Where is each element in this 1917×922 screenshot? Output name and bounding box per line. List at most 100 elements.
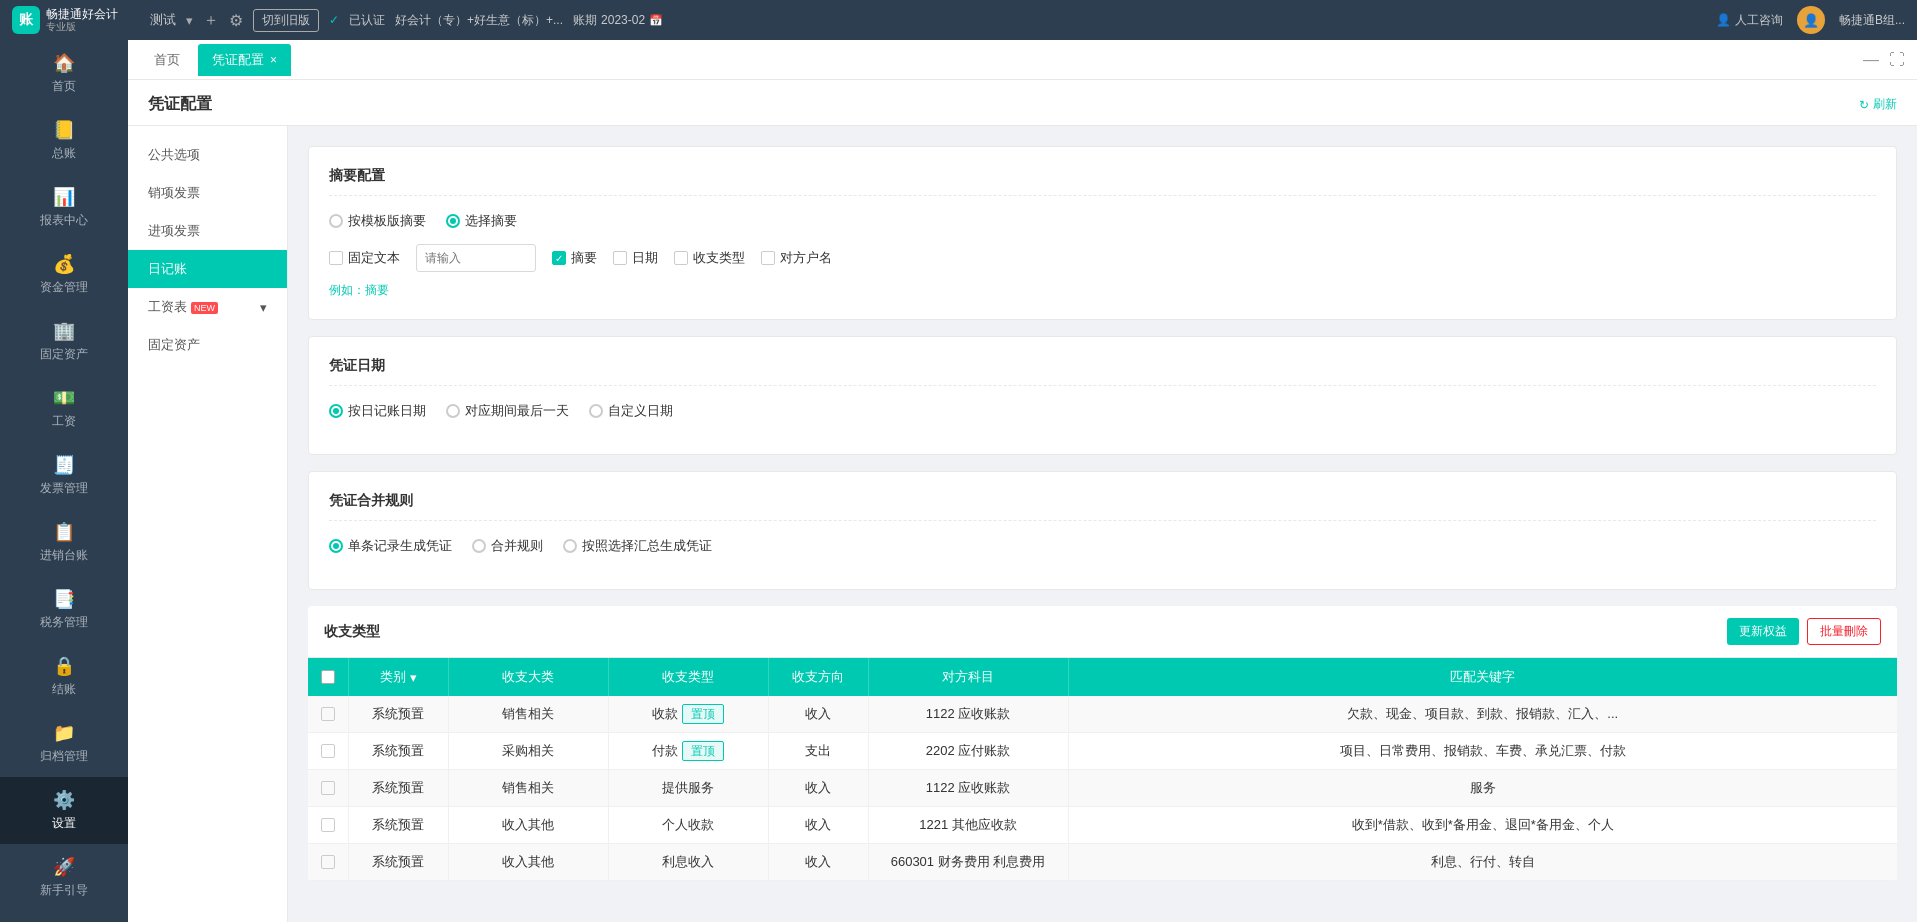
- calendar-icon[interactable]: 📅: [649, 14, 663, 27]
- add-icon[interactable]: ＋: [203, 10, 219, 31]
- sidebar-item-funds[interactable]: 💰 资金管理: [0, 241, 128, 308]
- row-sub-type: 利息收入: [608, 844, 768, 881]
- radio-total: [563, 539, 577, 553]
- purchase-icon: 📋: [53, 521, 75, 543]
- income-expense-section: 收支类型 更新权益 批量刪除: [308, 606, 1897, 881]
- radio-template: [329, 214, 343, 228]
- nav-fixed-assets[interactable]: 固定资产: [128, 326, 287, 364]
- gear-icon[interactable]: ⚙: [229, 11, 243, 30]
- date-option-custom[interactable]: 自定义日期: [589, 402, 673, 420]
- tab-voucher[interactable]: 凭证配置 ×: [198, 44, 291, 76]
- checkbox-type[interactable]: 收支类型: [674, 249, 745, 267]
- checkbox-fixed-text[interactable]: 固定文本: [329, 249, 400, 267]
- refresh-btn[interactable]: ↻ 刷新: [1859, 96, 1897, 113]
- merge-rules-section: 凭证合并规则 单条记录生成凭证 合并规则 按照选择汇总生成凭证: [308, 471, 1897, 590]
- summary-option-template[interactable]: 按模板版摘要: [329, 212, 426, 230]
- voucher-date-title: 凭证日期: [329, 357, 1876, 386]
- sidebar-item-tax[interactable]: 📑 税务管理: [0, 576, 128, 643]
- ledger-icon: 📒: [53, 119, 75, 141]
- merge-rules-title: 凭证合并规则: [329, 492, 1876, 521]
- sidebar-item-purchase[interactable]: 📋 进销台账: [0, 509, 128, 576]
- nav-public[interactable]: 公共选项: [128, 136, 287, 174]
- update-btn[interactable]: 更新权益: [1727, 618, 1799, 645]
- tax-icon: 📑: [53, 588, 75, 610]
- row-check[interactable]: [308, 696, 348, 733]
- certified-icon: ✓: [329, 13, 339, 27]
- row-keyword: 利息、行付、转自: [1068, 844, 1897, 881]
- checkbox-date[interactable]: 日期: [613, 249, 658, 267]
- row-direction: 收入: [768, 807, 868, 844]
- table-row: 系统预置 销售相关 提供服务 收入 1122 应收账款 服务: [308, 770, 1897, 807]
- report-icon: 📊: [53, 186, 75, 208]
- sidebar-item-settings[interactable]: ⚙️ 设置: [0, 777, 128, 844]
- table-row: 系统预置 销售相关 收款 置顶 收入 1122 应收账款 欠款、现金、项目款、到…: [308, 696, 1897, 733]
- date-option-journal[interactable]: 按日记账日期: [329, 402, 426, 420]
- sidebar-item-ledger[interactable]: 📒 总账: [0, 107, 128, 174]
- row-big-type: 收入其他: [448, 807, 608, 844]
- th-account: 对方科目: [868, 658, 1068, 696]
- checkbox-counterpart[interactable]: 对方户名: [761, 249, 832, 267]
- service-icon: 👤: [1716, 13, 1731, 27]
- row-check[interactable]: [308, 770, 348, 807]
- merge-option-total[interactable]: 按照选择汇总生成凭证: [563, 537, 712, 555]
- radio-select: [446, 214, 460, 228]
- income-expense-table: 类别 ▾ 收支大类 收支类型 收支方向 对方科目 匹配关键字: [308, 658, 1897, 881]
- sidebar-item-guide[interactable]: 🚀 新手引导: [0, 844, 128, 911]
- tag-top-btn[interactable]: 置顶: [682, 704, 724, 724]
- sidebar-item-archive[interactable]: 📁 归档管理: [0, 710, 128, 777]
- sidebar-item-member[interactable]: 👑 畅会员: [0, 911, 128, 922]
- nav-purchase-invoice[interactable]: 进项发票: [128, 212, 287, 250]
- delete-btn[interactable]: 批量刪除: [1807, 618, 1881, 645]
- row-big-type: 收入其他: [448, 844, 608, 881]
- merge-option-merge[interactable]: 合并规则: [472, 537, 543, 555]
- service-btn[interactable]: 👤 人工咨询: [1716, 12, 1783, 29]
- row-category: 系统预置: [348, 770, 448, 807]
- sidebar-item-salary[interactable]: 💵 工资: [0, 375, 128, 442]
- sidebar-item-invoice[interactable]: 🧾 发票管理: [0, 442, 128, 509]
- summary-option-select[interactable]: 选择摘要: [446, 212, 517, 230]
- row-category: 系统预置: [348, 807, 448, 844]
- nav-journal[interactable]: 日记账: [128, 250, 287, 288]
- sidebar-item-assets[interactable]: 🏢 固定资产: [0, 308, 128, 375]
- merge-rules-radio-group: 单条记录生成凭证 合并规则 按照选择汇总生成凭证: [329, 537, 1876, 555]
- sidebar-item-report[interactable]: 📊 报表中心: [0, 174, 128, 241]
- home-icon: 🏠: [53, 52, 75, 74]
- row-direction: 支出: [768, 733, 868, 770]
- merge-option-single[interactable]: 单条记录生成凭证: [329, 537, 452, 555]
- minimize-icon[interactable]: —: [1863, 51, 1879, 69]
- nav-sales-invoice[interactable]: 销项发票: [128, 174, 287, 212]
- table-actions: 更新权益 批量刪除: [1727, 618, 1881, 645]
- th-check[interactable]: [308, 658, 348, 696]
- fullscreen-icon[interactable]: ⛶: [1889, 51, 1905, 69]
- two-col: 公共选项 销项发票 进项发票 日记账 工资表NEW ▾ 固定资产 摘要配置: [128, 126, 1917, 922]
- assets-icon: 🏢: [53, 320, 75, 342]
- row-check[interactable]: [308, 807, 348, 844]
- invoice-icon: 🧾: [53, 454, 75, 476]
- sidebar-item-close[interactable]: 🔒 结账: [0, 643, 128, 710]
- nav-salary-sheet[interactable]: 工资表NEW ▾: [128, 288, 287, 326]
- sidebar-item-home[interactable]: 🏠 首页: [0, 40, 128, 107]
- row-account: 1221 其他应收款: [868, 807, 1068, 844]
- fixed-text-input[interactable]: [416, 244, 536, 272]
- checkbox-summary[interactable]: ✓ 摘要: [552, 249, 597, 267]
- tags-label: 好会计（专）+好生意（标）+...: [395, 12, 563, 29]
- row-category: 系统预置: [348, 844, 448, 881]
- date-option-period-last[interactable]: 对应期间最后一天: [446, 402, 569, 420]
- funds-icon: 💰: [53, 253, 75, 275]
- guide-icon: 🚀: [53, 856, 75, 878]
- tag-top-btn[interactable]: 置顶: [682, 741, 724, 761]
- row-check[interactable]: [308, 733, 348, 770]
- dropdown-arrow-icon[interactable]: ▾: [186, 13, 193, 28]
- table-row: 系统预置 收入其他 利息收入 收入 660301 财务费用 利息费用 利息、行付…: [308, 844, 1897, 881]
- row-direction: 收入: [768, 844, 868, 881]
- row-category: 系统预置: [348, 733, 448, 770]
- tab-close-icon[interactable]: ×: [270, 53, 277, 67]
- select-all-checkbox[interactable]: [321, 670, 335, 684]
- row-check[interactable]: [308, 844, 348, 881]
- row-big-type: 采购相关: [448, 733, 608, 770]
- switch-old-btn[interactable]: 切到旧版: [253, 9, 319, 32]
- summary-config-section: 摘要配置 按模板版摘要 选择摘要: [308, 146, 1897, 320]
- tab-home[interactable]: 首页: [140, 44, 194, 76]
- avatar: 👤: [1797, 6, 1825, 34]
- checkbox-type-box: [674, 251, 688, 265]
